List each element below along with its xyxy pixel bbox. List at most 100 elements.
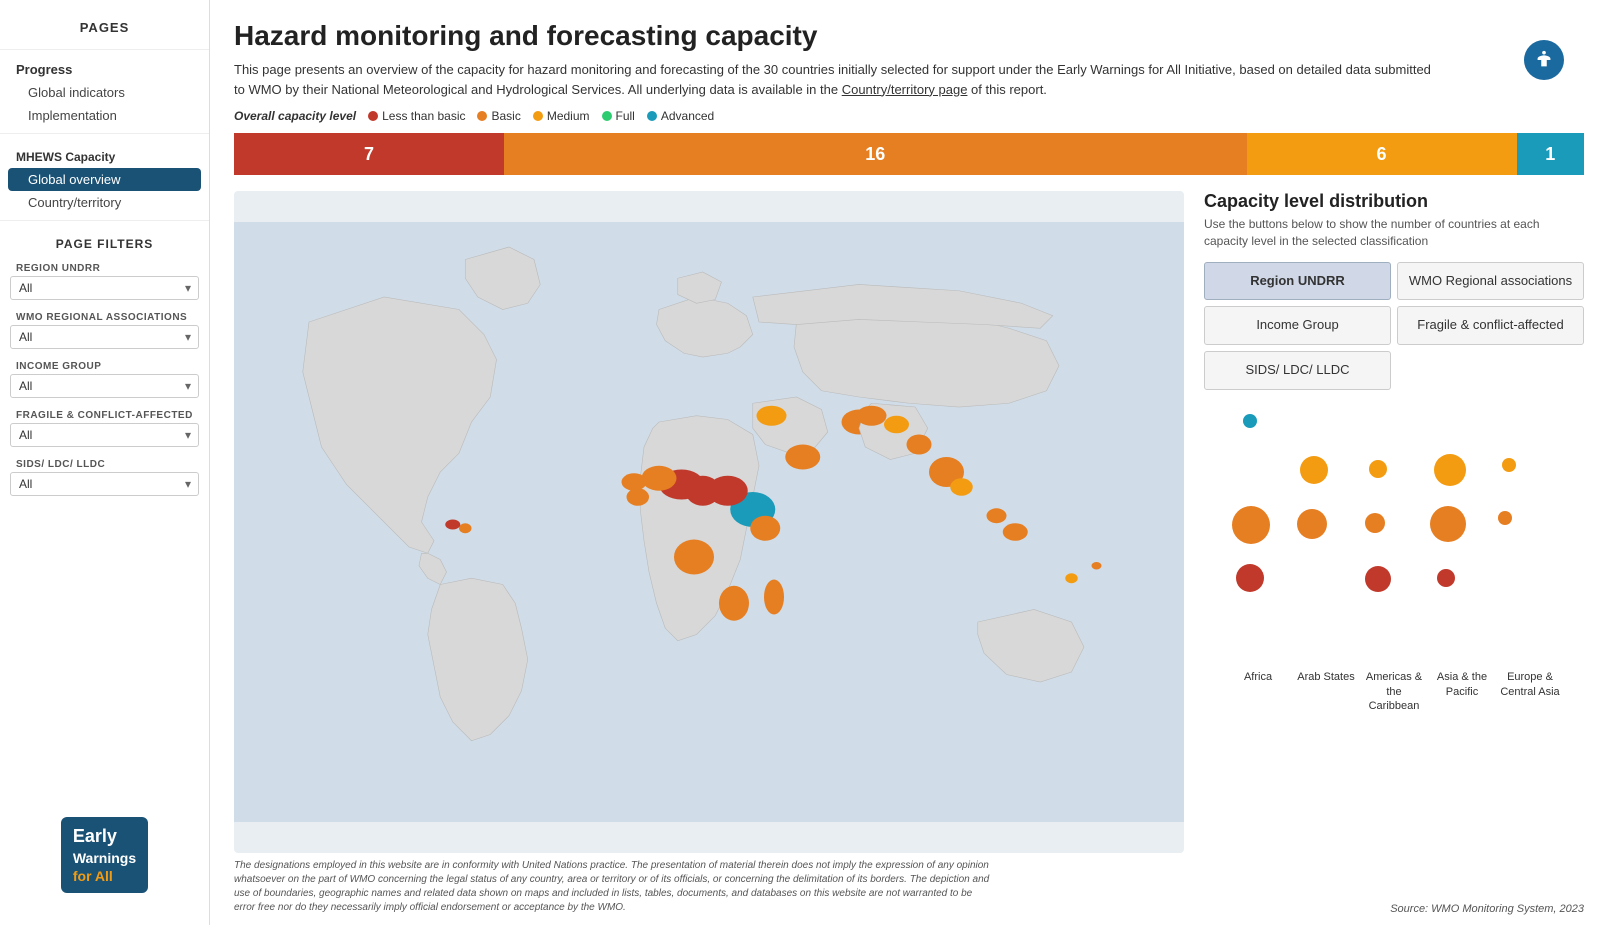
- bubble-africa-basic: [1232, 506, 1270, 544]
- region-undrr-filter[interactable]: All: [10, 276, 199, 300]
- x-label-africa: Africa: [1228, 670, 1288, 713]
- legend-row: Overall capacity level Less than basic B…: [234, 109, 1584, 123]
- basic-label: Basic: [491, 109, 520, 123]
- legend-full: Full: [602, 109, 635, 123]
- x-axis-labels: Africa Arab States Americas & the Caribb…: [1214, 670, 1574, 713]
- cambodia-marker: [950, 478, 973, 496]
- capacity-bar: 7 16 6 1: [234, 133, 1584, 175]
- x-label-europe: Europe & Central Asia: [1500, 670, 1560, 713]
- map-container: [234, 191, 1184, 853]
- full-label: Full: [616, 109, 635, 123]
- pages-heading: PAGES: [0, 16, 209, 43]
- basic-dot: [477, 111, 487, 121]
- sids-label: SIDS/ LDC/ LLDC: [0, 453, 209, 472]
- mhews-heading: MHEWS Capacity: [0, 140, 209, 168]
- chad-marker: [685, 476, 720, 506]
- bubble-europe-basic: [1498, 511, 1512, 525]
- haiti-marker: [445, 520, 460, 530]
- page-description: This page presents an overview of the ca…: [234, 60, 1434, 99]
- yemen-marker: [785, 445, 820, 470]
- pacific-marker: [1065, 573, 1078, 583]
- wmo-regional-label: WMO REGIONAL ASSOCIATIONS: [0, 306, 209, 325]
- main-content: Hazard monitoring and forecasting capaci…: [210, 0, 1608, 925]
- fragile-label: FRAGILE & CONFLICT-AFFECTED: [0, 404, 209, 423]
- sidebar-item-implementation[interactable]: Implementation: [0, 104, 209, 127]
- legend-less-than-basic: Less than basic: [368, 109, 465, 123]
- bar-medium: 6: [1247, 133, 1517, 175]
- bubble-americas-lessthan: [1365, 566, 1391, 592]
- sidebar-item-global-indicators[interactable]: Global indicators: [0, 81, 209, 104]
- central-asia-marker: [857, 406, 887, 426]
- madagascar-marker: [764, 580, 784, 615]
- country-territory-link[interactable]: Country/territory page: [842, 82, 968, 97]
- sids-filter[interactable]: All: [10, 472, 199, 496]
- btn-income-group[interactable]: Income Group: [1204, 306, 1391, 345]
- accessibility-button[interactable]: [1524, 40, 1564, 80]
- full-dot: [602, 111, 612, 121]
- fragile-select[interactable]: All: [10, 423, 199, 447]
- body-area: The designations employed in this websit…: [234, 191, 1584, 915]
- advanced-label: Advanced: [661, 109, 714, 123]
- legend-label: Overall capacity level: [234, 109, 356, 123]
- btn-fragile[interactable]: Fragile & conflict-affected: [1397, 306, 1584, 345]
- income-group-select[interactable]: All: [10, 374, 199, 398]
- bubble-africa-advanced: [1243, 414, 1257, 428]
- less-than-basic-dot: [368, 111, 378, 121]
- fragile-filter[interactable]: All: [10, 423, 199, 447]
- less-than-basic-label: Less than basic: [382, 109, 465, 123]
- bubble-asia-lessthan: [1437, 569, 1455, 587]
- right-panel: Capacity level distribution Use the butt…: [1204, 191, 1584, 915]
- income-group-filter[interactable]: All: [10, 374, 199, 398]
- source-text: Source: WMO Monitoring System, 2023: [1204, 899, 1584, 915]
- btn-sids[interactable]: SIDS/ LDC/ LLDC: [1204, 351, 1391, 390]
- sidebar-item-global-overview[interactable]: Global overview: [8, 168, 201, 191]
- bubble-chart: Africa Arab States Americas & the Caribb…: [1204, 406, 1584, 899]
- bar-value-7: 7: [364, 144, 374, 165]
- capacity-dist-desc: Use the buttons below to show the number…: [1204, 216, 1584, 250]
- page-filters-heading: PAGE FILTERS: [0, 227, 209, 257]
- caribbean-marker: [459, 523, 472, 533]
- advanced-dot: [647, 111, 657, 121]
- bubble-americas-medium: [1369, 460, 1387, 478]
- region-undrr-label: REGION UNDRR: [0, 257, 209, 276]
- wmo-regional-select[interactable]: All: [10, 325, 199, 349]
- btn-region-undrr[interactable]: Region UNDRR: [1204, 262, 1391, 301]
- senegal-marker: [622, 473, 647, 491]
- mozambique-marker: [719, 586, 749, 621]
- map-area: The designations employed in this websit…: [234, 191, 1184, 915]
- region-undrr-select[interactable]: All: [10, 276, 199, 300]
- x-label-asia: Asia & the Pacific: [1432, 670, 1492, 713]
- mali-marker: [642, 466, 677, 491]
- capacity-dist-title: Capacity level distribution: [1204, 191, 1584, 212]
- bubble-arab-medium: [1300, 456, 1328, 484]
- sidebar-item-country-territory[interactable]: Country/territory: [0, 191, 209, 214]
- drc-marker: [674, 540, 714, 575]
- legend-advanced: Advanced: [647, 109, 714, 123]
- bar-value-6: 6: [1376, 144, 1386, 165]
- bar-basic: 16: [504, 133, 1247, 175]
- logo-area: Early Warnings for All: [0, 801, 209, 909]
- income-group-label: INCOME GROUP: [0, 355, 209, 374]
- page-title: Hazard monitoring and forecasting capaci…: [234, 20, 1584, 52]
- btn-wmo-regional[interactable]: WMO Regional associations: [1397, 262, 1584, 301]
- bar-value-16: 16: [865, 144, 885, 165]
- legend-medium: Medium: [533, 109, 590, 123]
- world-map-svg: [234, 191, 1184, 853]
- pacific-marker2: [1092, 562, 1102, 570]
- early-warnings-logo: Early Warnings for All: [61, 817, 148, 893]
- progress-heading: Progress: [0, 56, 209, 81]
- classification-grid: Region UNDRR WMO Regional associations I…: [1204, 262, 1584, 391]
- x-label-arab: Arab States: [1296, 670, 1356, 713]
- bar-advanced: 1: [1517, 133, 1585, 175]
- sids-select[interactable]: All: [10, 472, 199, 496]
- map-disclaimer: The designations employed in this websit…: [234, 859, 994, 915]
- bubble-arab-basic: [1297, 509, 1327, 539]
- medium-dot: [533, 111, 543, 121]
- wmo-regional-filter[interactable]: All: [10, 325, 199, 349]
- bar-value-1: 1: [1545, 144, 1555, 165]
- syria-marker: [757, 406, 787, 426]
- bubble-europe-medium: [1502, 458, 1516, 472]
- sea-marker1: [987, 508, 1007, 523]
- bubble-asia-basic: [1430, 506, 1466, 542]
- bubble-asia-medium: [1434, 454, 1466, 486]
